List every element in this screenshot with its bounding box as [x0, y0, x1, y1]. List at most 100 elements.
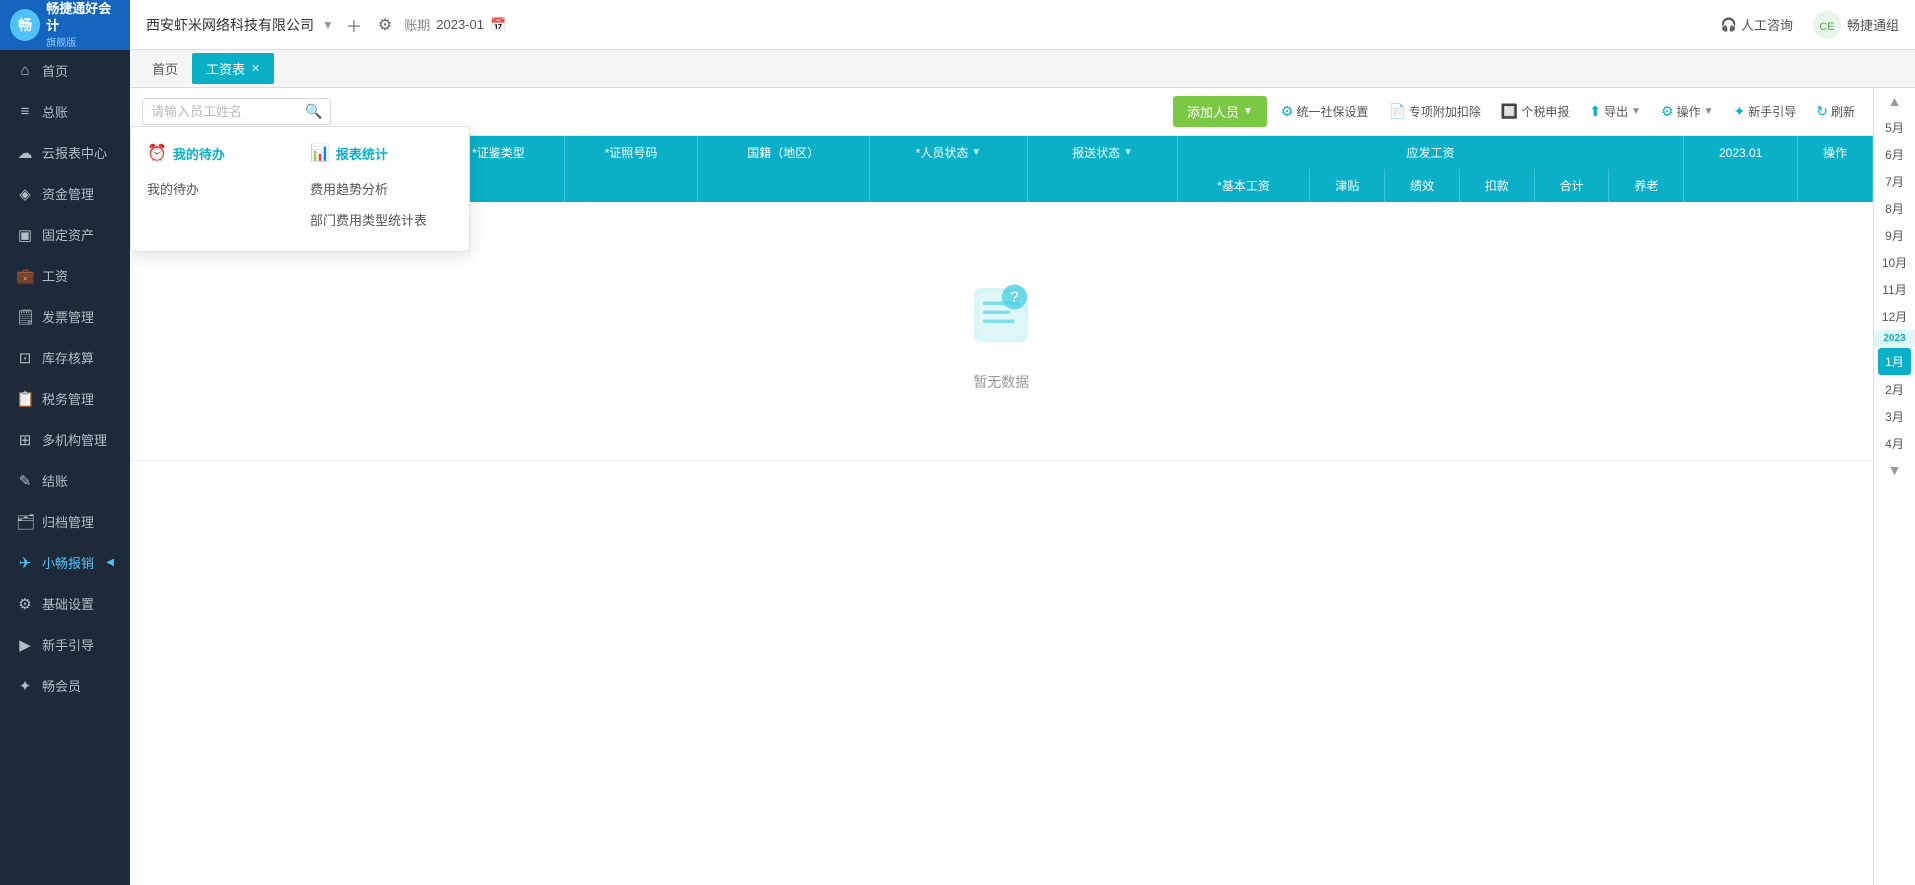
sidebar-item-label: 多机构管理: [42, 430, 114, 449]
period-value: 2023-01: [436, 17, 484, 32]
dropdown-item-dept-expense[interactable]: 部门费用类型统计表: [310, 204, 453, 235]
tab-salary-table[interactable]: 工资表 ✕: [192, 53, 274, 84]
sidebar-item-multi-org[interactable]: ⊞ 多机构管理: [0, 419, 130, 460]
month-nav-down-button[interactable]: ▼: [1874, 457, 1915, 483]
cloud-icon: ☁: [16, 144, 34, 162]
building-icon: ▣: [16, 226, 34, 244]
export-icon: ⬆: [1589, 103, 1601, 120]
col-report-status: 报送状态 ▼: [1028, 136, 1177, 169]
month-nav-up-button[interactable]: ▲: [1874, 88, 1915, 114]
sidebar-item-xiao-chang[interactable]: ✈ 小畅报销 ◀: [0, 542, 130, 583]
col-nationality: 国籍（地区）: [697, 136, 869, 169]
sidebar-item-cloud-report[interactable]: ☁ 云报表中心: [0, 132, 130, 173]
xiao-chang-icon: ✈: [16, 554, 34, 572]
year-2023-label: 2023: [1874, 330, 1915, 347]
sidebar-item-home[interactable]: ⌂ 首页: [0, 50, 130, 91]
sidebar-item-label: 总账: [42, 102, 114, 121]
new-guide-icon: ✦: [1734, 103, 1746, 120]
invoice-icon: 🗒: [16, 308, 34, 326]
month-item-5[interactable]: 5月: [1874, 114, 1915, 141]
svg-text:CE: CE: [1819, 21, 1834, 33]
tab-salary-label: 工资表: [206, 59, 245, 78]
sub-col-deduct: 扣款: [1459, 169, 1534, 202]
logo-title: 畅捷通好会计: [46, 1, 120, 35]
sidebar-item-fund[interactable]: ◈ 资金管理: [0, 173, 130, 214]
sidebar-item-basic[interactable]: ⚙ 基础设置: [0, 583, 130, 624]
sidebar-item-archive[interactable]: 🗂 归档管理: [0, 501, 130, 542]
top-header: 西安虾米网络科技有限公司 ▼ ＋ ⚙ 账期 2023-01 📅 🎧 人工咨询 C…: [130, 0, 1915, 50]
tax-report-button[interactable]: 🔲 个税申报: [1495, 99, 1575, 124]
sidebar-item-ledger[interactable]: ≡ 总账: [0, 91, 130, 132]
sub-col-bonus: 绩效: [1385, 169, 1460, 202]
sidebar-item-tax[interactable]: 📋 税务管理: [0, 378, 130, 419]
month-item-8[interactable]: 8月: [1874, 195, 1915, 222]
logo-icon: 畅: [10, 9, 40, 41]
add-company-button[interactable]: ＋: [342, 9, 366, 41]
tab-home[interactable]: 首页: [138, 53, 192, 84]
main-area: 西安虾米网络科技有限公司 ▼ ＋ ⚙ 账期 2023-01 📅 🎧 人工咨询 C…: [130, 0, 1915, 885]
person-status-filter-icon[interactable]: ▼: [971, 147, 981, 158]
company-dropdown-icon[interactable]: ▼: [322, 18, 334, 32]
ledger-icon: ≡: [16, 103, 34, 120]
fund-icon: ◈: [16, 185, 34, 203]
sidebar-item-label: 归档管理: [42, 512, 114, 531]
sidebar-item-closing[interactable]: ✎ 结账: [0, 460, 130, 501]
month-item-2023-3[interactable]: 3月: [1874, 403, 1915, 430]
month-item-2023-4[interactable]: 4月: [1874, 430, 1915, 457]
month-item-2023-1[interactable]: 1月: [1878, 348, 1911, 375]
dropdown-columns: ⏰ 我的待办 我的待办 📊 报表统计 费用趋势分析 部门费用类型统计表: [147, 143, 453, 235]
month-item-9[interactable]: 9月: [1874, 222, 1915, 249]
col-year: 2023.01: [1684, 136, 1798, 169]
sidebar-item-label: 小畅报销: [42, 553, 98, 572]
dropdown-col-todo: ⏰ 我的待办 我的待办: [147, 143, 290, 235]
month-item-2023-2[interactable]: 2月: [1874, 376, 1915, 403]
new-guide-button[interactable]: ✦ 新手引导: [1728, 99, 1803, 124]
sidebar-item-inventory[interactable]: ⊡ 库存核算: [0, 337, 130, 378]
new-guide-label: 新手引导: [1748, 103, 1796, 120]
tax-icon: 📋: [16, 390, 34, 408]
export-arrow: ▼: [1631, 106, 1641, 117]
sidebar-item-member[interactable]: ✦ 畅会员: [0, 665, 130, 706]
dropdown-item-expense-trend[interactable]: 费用趋势分析: [310, 173, 453, 204]
consult-label: 人工咨询: [1741, 15, 1793, 34]
month-item-10[interactable]: 10月: [1874, 249, 1915, 276]
tab-bar: 首页 工资表 ✕: [130, 50, 1915, 88]
add-person-button[interactable]: 添加人员 ▼: [1173, 96, 1267, 127]
dropdown-col1-title: 我的待办: [173, 144, 225, 163]
content-area: 🔍 添加人员 ▼ ⚙ 统一社保设置 📄 专项附加扣除 🔲 个税申报: [130, 88, 1915, 885]
sidebar-item-salary[interactable]: 💼 工资: [0, 255, 130, 296]
archive-icon: 🗂: [16, 513, 34, 531]
guide-icon: ▶: [16, 636, 34, 654]
user-avatar-button[interactable]: CE 畅捷通组: [1813, 11, 1899, 39]
month-item-12[interactable]: 12月: [1874, 303, 1915, 330]
month-item-6[interactable]: 6月: [1874, 141, 1915, 168]
sidebar-item-invoice[interactable]: 🗒 发票管理: [0, 296, 130, 337]
special-deduct-icon: 📄: [1388, 103, 1405, 120]
calendar-icon[interactable]: 📅: [490, 17, 506, 33]
consult-button[interactable]: 🎧 人工咨询: [1721, 15, 1793, 34]
dropdown-item-my-todo[interactable]: 我的待办: [147, 173, 290, 204]
social-insurance-button[interactable]: ⚙ 统一社保设置: [1275, 99, 1375, 124]
special-deduct-button[interactable]: 📄 专项附加扣除: [1382, 99, 1486, 124]
settings-button[interactable]: ⚙: [374, 11, 396, 39]
empty-text: 暂无数据: [973, 372, 1029, 392]
avatar-img: CE: [1813, 11, 1841, 39]
export-button[interactable]: ⬆ 导出 ▼: [1583, 99, 1647, 124]
sidebar-item-label: 基础设置: [42, 594, 114, 613]
add-person-arrow-icon: ▼: [1243, 106, 1253, 117]
search-input[interactable]: [151, 104, 301, 119]
sidebar-item-label: 税务管理: [42, 389, 114, 408]
col-salary-group: 应发工资: [1177, 136, 1683, 169]
sidebar-item-label: 新手引导: [42, 635, 114, 654]
tab-home-label: 首页: [152, 59, 178, 78]
sidebar-item-guide[interactable]: ▶ 新手引导: [0, 624, 130, 665]
tab-close-icon[interactable]: ✕: [251, 62, 260, 75]
avatar: CE: [1813, 11, 1841, 39]
operation-button[interactable]: ⚙ 操作 ▼: [1655, 99, 1719, 124]
month-item-11[interactable]: 11月: [1874, 276, 1915, 303]
sidebar-item-fixed-assets[interactable]: ▣ 固定资产: [0, 214, 130, 255]
refresh-button[interactable]: ↻ 刷新: [1810, 99, 1861, 124]
month-item-7[interactable]: 7月: [1874, 168, 1915, 195]
dropdown-col2-header: 📊 报表统计: [310, 143, 453, 163]
report-status-filter-icon[interactable]: ▼: [1123, 147, 1133, 158]
